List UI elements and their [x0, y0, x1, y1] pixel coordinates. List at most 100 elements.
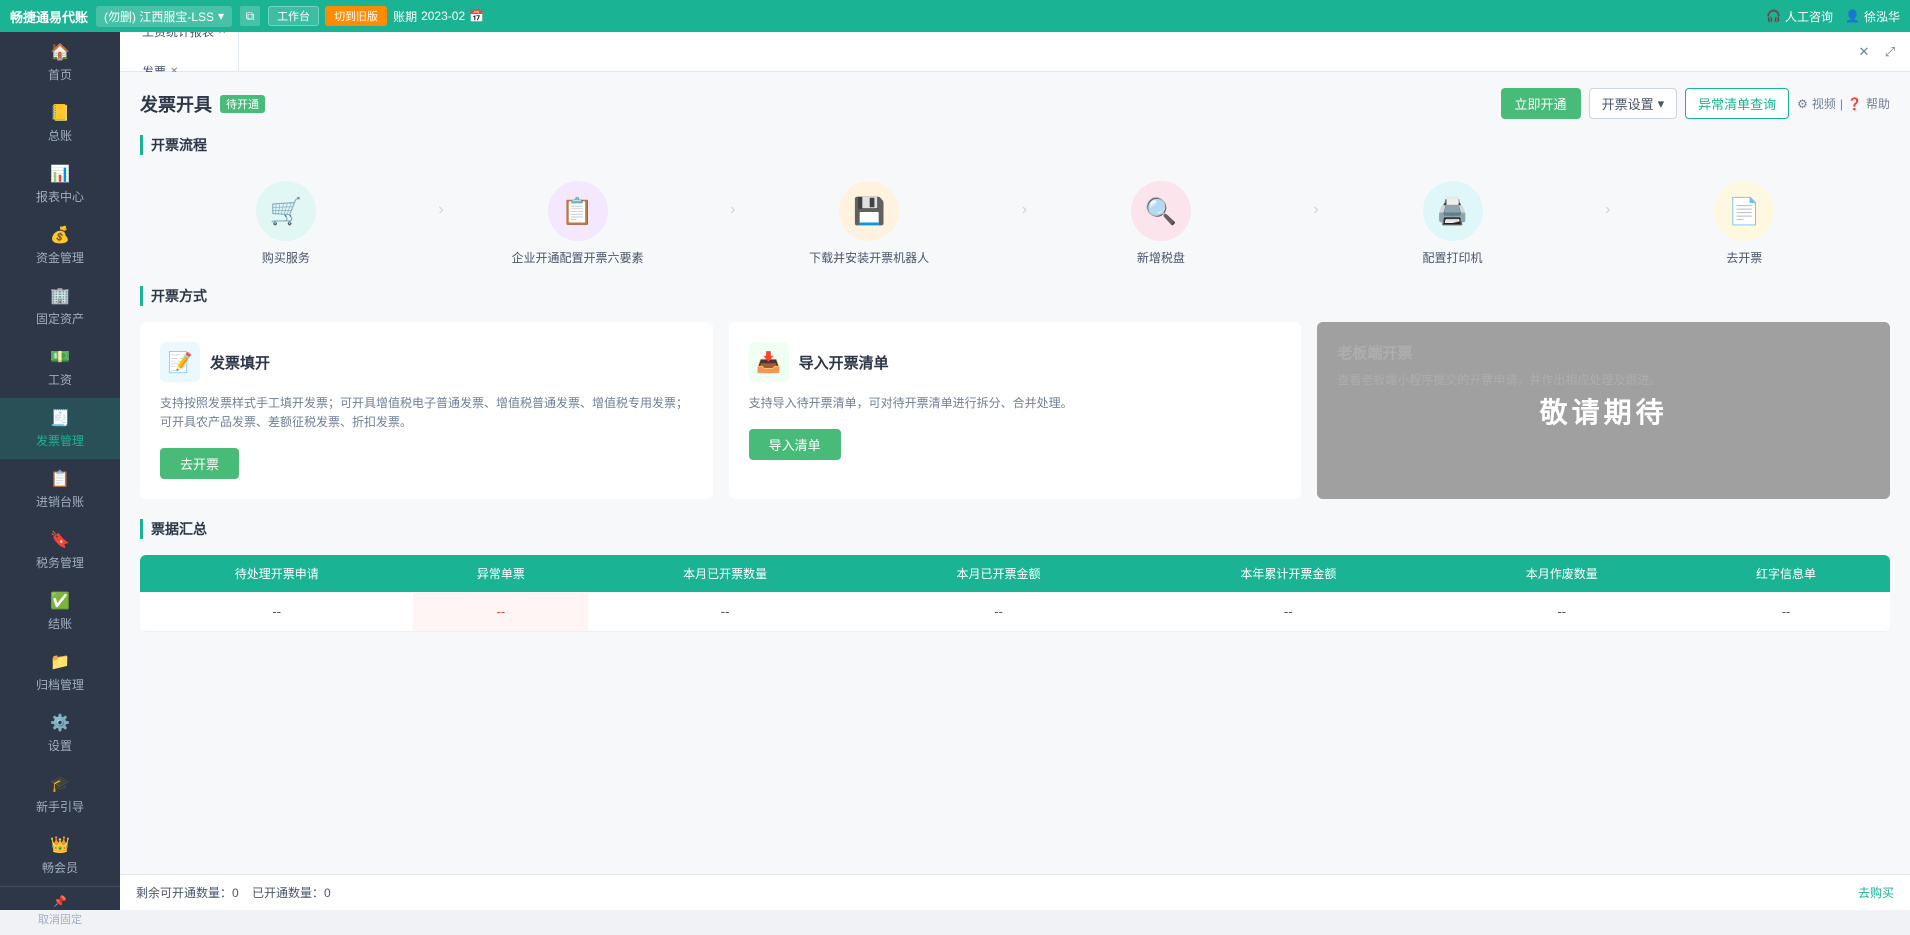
summary-cell-2: -- — [588, 592, 861, 632]
maximize-btn[interactable]: ⤢ — [1880, 42, 1900, 62]
method-card-manual: 📝 发票填开 支持按照发票样式手工填开发票；可开具增值税电子普通发票、增值税普通… — [140, 322, 713, 499]
sidebar-bottom[interactable]: 📌 取消固定 — [0, 886, 120, 935]
summary-cell-1: -- — [413, 592, 588, 632]
step-label: 配置打印机 — [1423, 249, 1483, 266]
avatar-icon: 👤 — [1845, 9, 1860, 23]
sidebar: 🏠 首页 📒 总账 📊 报表中心 💰 资金管理 🏢 固定资产 💵 工资 🧾 发票… — [0, 32, 120, 910]
sidebar-item-畅会员[interactable]: 👑 畅会员 — [0, 825, 120, 886]
sidebar-icon: 🏠 — [50, 42, 70, 62]
summary-header-0: 待处理开票申请 — [140, 555, 413, 592]
sidebar-icon: ✅ — [50, 591, 70, 611]
help-icon: ❓ — [1847, 97, 1862, 111]
switch-old-btn[interactable]: 切到旧版 — [325, 6, 387, 26]
page-actions: 立即开通 开票设置 ▾ 异常清单查询 ⚙ 视频 | ❓ 帮助 — [1501, 88, 1890, 119]
immediate-open-btn[interactable]: 立即开通 — [1501, 88, 1581, 119]
sidebar-icon: 📒 — [50, 103, 70, 123]
calendar-icon[interactable]: 📅 — [469, 9, 484, 23]
sidebar-item-label: 归档管理 — [36, 676, 84, 693]
layout: 🏠 首页 📒 总账 📊 报表中心 💰 资金管理 🏢 固定资产 💵 工资 🧾 发票… — [0, 32, 1910, 910]
headset-icon: 🎧 — [1766, 9, 1781, 23]
method-icon: 📥 — [749, 342, 789, 382]
method-card-import: 📥 导入开票清单 支持导入待开票清单，可对待开票清单进行拆分、合并处理。 导入清… — [729, 322, 1302, 499]
step-label: 新增税盘 — [1137, 249, 1185, 266]
summary-header-4: 本年累计开票金额 — [1135, 555, 1441, 592]
close-tab-btn[interactable]: ✕ — [1854, 42, 1874, 62]
quota-info: 剩余可开通数量：0 已开通数量：0 — [136, 884, 331, 901]
bottom-bar: 剩余可开通数量：0 已开通数量：0 去购买 — [120, 874, 1910, 910]
tab-bar-controls: ✕ ⤢ — [1854, 42, 1900, 62]
service-btn[interactable]: 🎧 人工咨询 — [1766, 8, 1833, 25]
step-label: 下载并安装开票机器人 — [809, 249, 929, 266]
summary-table: 待处理开票申请异常单票本月已开票数量本月已开票金额本年累计开票金额本月作废数量红… — [140, 555, 1890, 632]
method-title: 导入开票清单 — [799, 352, 889, 373]
process-step-1: 📋 企业开通配置开票六要素 › — [432, 181, 724, 266]
method-btn[interactable]: 去开票 — [160, 448, 239, 479]
sidebar-icon: 👑 — [50, 835, 70, 855]
top-bar-left: 畅捷通易代账 (勿删) 江西服宝-LSS ▾ ⧉ 工作台 切到旧版 账期 202… — [10, 6, 484, 27]
settings2-icon[interactable]: ⚙ — [1797, 97, 1808, 111]
app-logo: 畅捷通易代账 — [10, 7, 88, 26]
help-area: ⚙ 视频 | ❓ 帮助 — [1797, 95, 1890, 112]
sidebar-item-新手引导[interactable]: 🎓 新手引导 — [0, 764, 120, 825]
sidebar-icon: 💵 — [50, 347, 70, 367]
step-label: 去开票 — [1726, 249, 1762, 266]
sidebar-item-进销台账[interactable]: 📋 进销台账 — [0, 459, 120, 520]
sidebar-icon: 🔖 — [50, 530, 70, 550]
tab-bar: 首页工资表✕工资统计报表✕发票✕发票测算✕发票开具✕ ✕ ⤢ — [120, 32, 1910, 72]
sidebar-item-label: 新手引导 — [36, 798, 84, 815]
disabled-overlay: 敬请期待 — [1317, 322, 1890, 499]
sidebar-item-归档管理[interactable]: 📁 归档管理 — [0, 642, 120, 703]
buy-link[interactable]: 去购买 — [1858, 884, 1894, 901]
process-step-5: 📄 去开票 — [1598, 181, 1890, 266]
sidebar-item-label: 设置 — [48, 737, 72, 754]
summary-header-6: 红字信息单 — [1682, 555, 1890, 592]
settings-btn[interactable]: 开票设置 ▾ — [1589, 88, 1678, 119]
sidebar-item-固定资产[interactable]: 🏢 固定资产 — [0, 276, 120, 337]
company-selector[interactable]: (勿删) 江西服宝-LSS ▾ — [96, 6, 232, 27]
top-bar-right: 🎧 人工咨询 👤 徐泓华 — [1766, 8, 1900, 25]
copy-icon[interactable]: ⧉ — [240, 6, 260, 26]
method-header: 📝 发票填开 — [160, 342, 693, 382]
main: 首页工资表✕工资统计报表✕发票✕发票测算✕发票开具✕ ✕ ⤢ 发票开具 待开通 … — [120, 32, 1910, 910]
workspace-btn[interactable]: 工作台 — [268, 6, 319, 26]
view-label: 视频 — [1812, 95, 1836, 112]
tab-工资统计报表[interactable]: 工资统计报表 ✕ — [130, 32, 239, 52]
content-area: 发票开具 待开通 立即开通 开票设置 ▾ 异常清单查询 ⚙ 视频 | ❓ — [120, 72, 1910, 874]
sidebar-item-总账[interactable]: 📒 总账 — [0, 93, 120, 154]
tab-close-icon[interactable]: ✕ — [218, 32, 226, 37]
step-label: 企业开通配置开票六要素 — [512, 249, 644, 266]
page-title: 发票开具 — [140, 91, 212, 117]
settings-label: 开票设置 — [1602, 94, 1654, 113]
sidebar-item-税务管理[interactable]: 🔖 税务管理 — [0, 520, 120, 581]
sidebar-item-发票管理[interactable]: 🧾 发票管理 — [0, 398, 120, 459]
top-bar-extra: ⧉ — [240, 6, 260, 26]
period-display: 账期 2023-02 📅 — [393, 8, 484, 25]
query-btn[interactable]: 异常清单查询 — [1685, 88, 1789, 119]
tab-label: 工资统计报表 — [142, 32, 214, 40]
methods-section-title: 开票方式 — [140, 286, 1890, 306]
sidebar-icon: ⚙️ — [50, 713, 70, 733]
sidebar-item-label: 总账 — [48, 127, 72, 144]
sidebar-icon: 🎓 — [50, 774, 70, 794]
sidebar-item-首页[interactable]: 🏠 首页 — [0, 32, 120, 93]
step-icon-wrap: 🖨️ — [1423, 181, 1483, 241]
method-btn[interactable]: 导入清单 — [749, 429, 841, 460]
step-icon: 💾 — [853, 196, 885, 227]
top-bar: 畅捷通易代账 (勿删) 江西服宝-LSS ▾ ⧉ 工作台 切到旧版 账期 202… — [0, 0, 1910, 32]
sidebar-item-label: 工资 — [48, 371, 72, 388]
quota-label: 剩余可开通数量：0 — [136, 886, 239, 900]
method-desc: 支持按照发票样式手工填开发票；可开具增值税电子普通发票、增值税普通发票、增值税专… — [160, 394, 693, 432]
sidebar-item-结账[interactable]: ✅ 结账 — [0, 581, 120, 642]
user-menu[interactable]: 👤 徐泓华 — [1845, 8, 1900, 25]
sidebar-item-设置[interactable]: ⚙️ 设置 — [0, 703, 120, 764]
sidebar-item-label: 结账 — [48, 615, 72, 632]
sidebar-item-资金管理[interactable]: 💰 资金管理 — [0, 215, 120, 276]
method-icon: 📝 — [160, 342, 200, 382]
sidebar-item-label: 进销台账 — [36, 493, 84, 510]
invoice-methods: 📝 发票填开 支持按照发票样式手工填开发票；可开具增值税电子普通发票、增值税普通… — [140, 322, 1890, 499]
sidebar-item-工资[interactable]: 💵 工资 — [0, 337, 120, 398]
summary-cell-5: -- — [1442, 592, 1683, 632]
help-label: 帮助 — [1866, 95, 1890, 112]
sidebar-bottom-label: 取消固定 — [38, 911, 82, 927]
sidebar-item-报表中心[interactable]: 📊 报表中心 — [0, 154, 120, 215]
